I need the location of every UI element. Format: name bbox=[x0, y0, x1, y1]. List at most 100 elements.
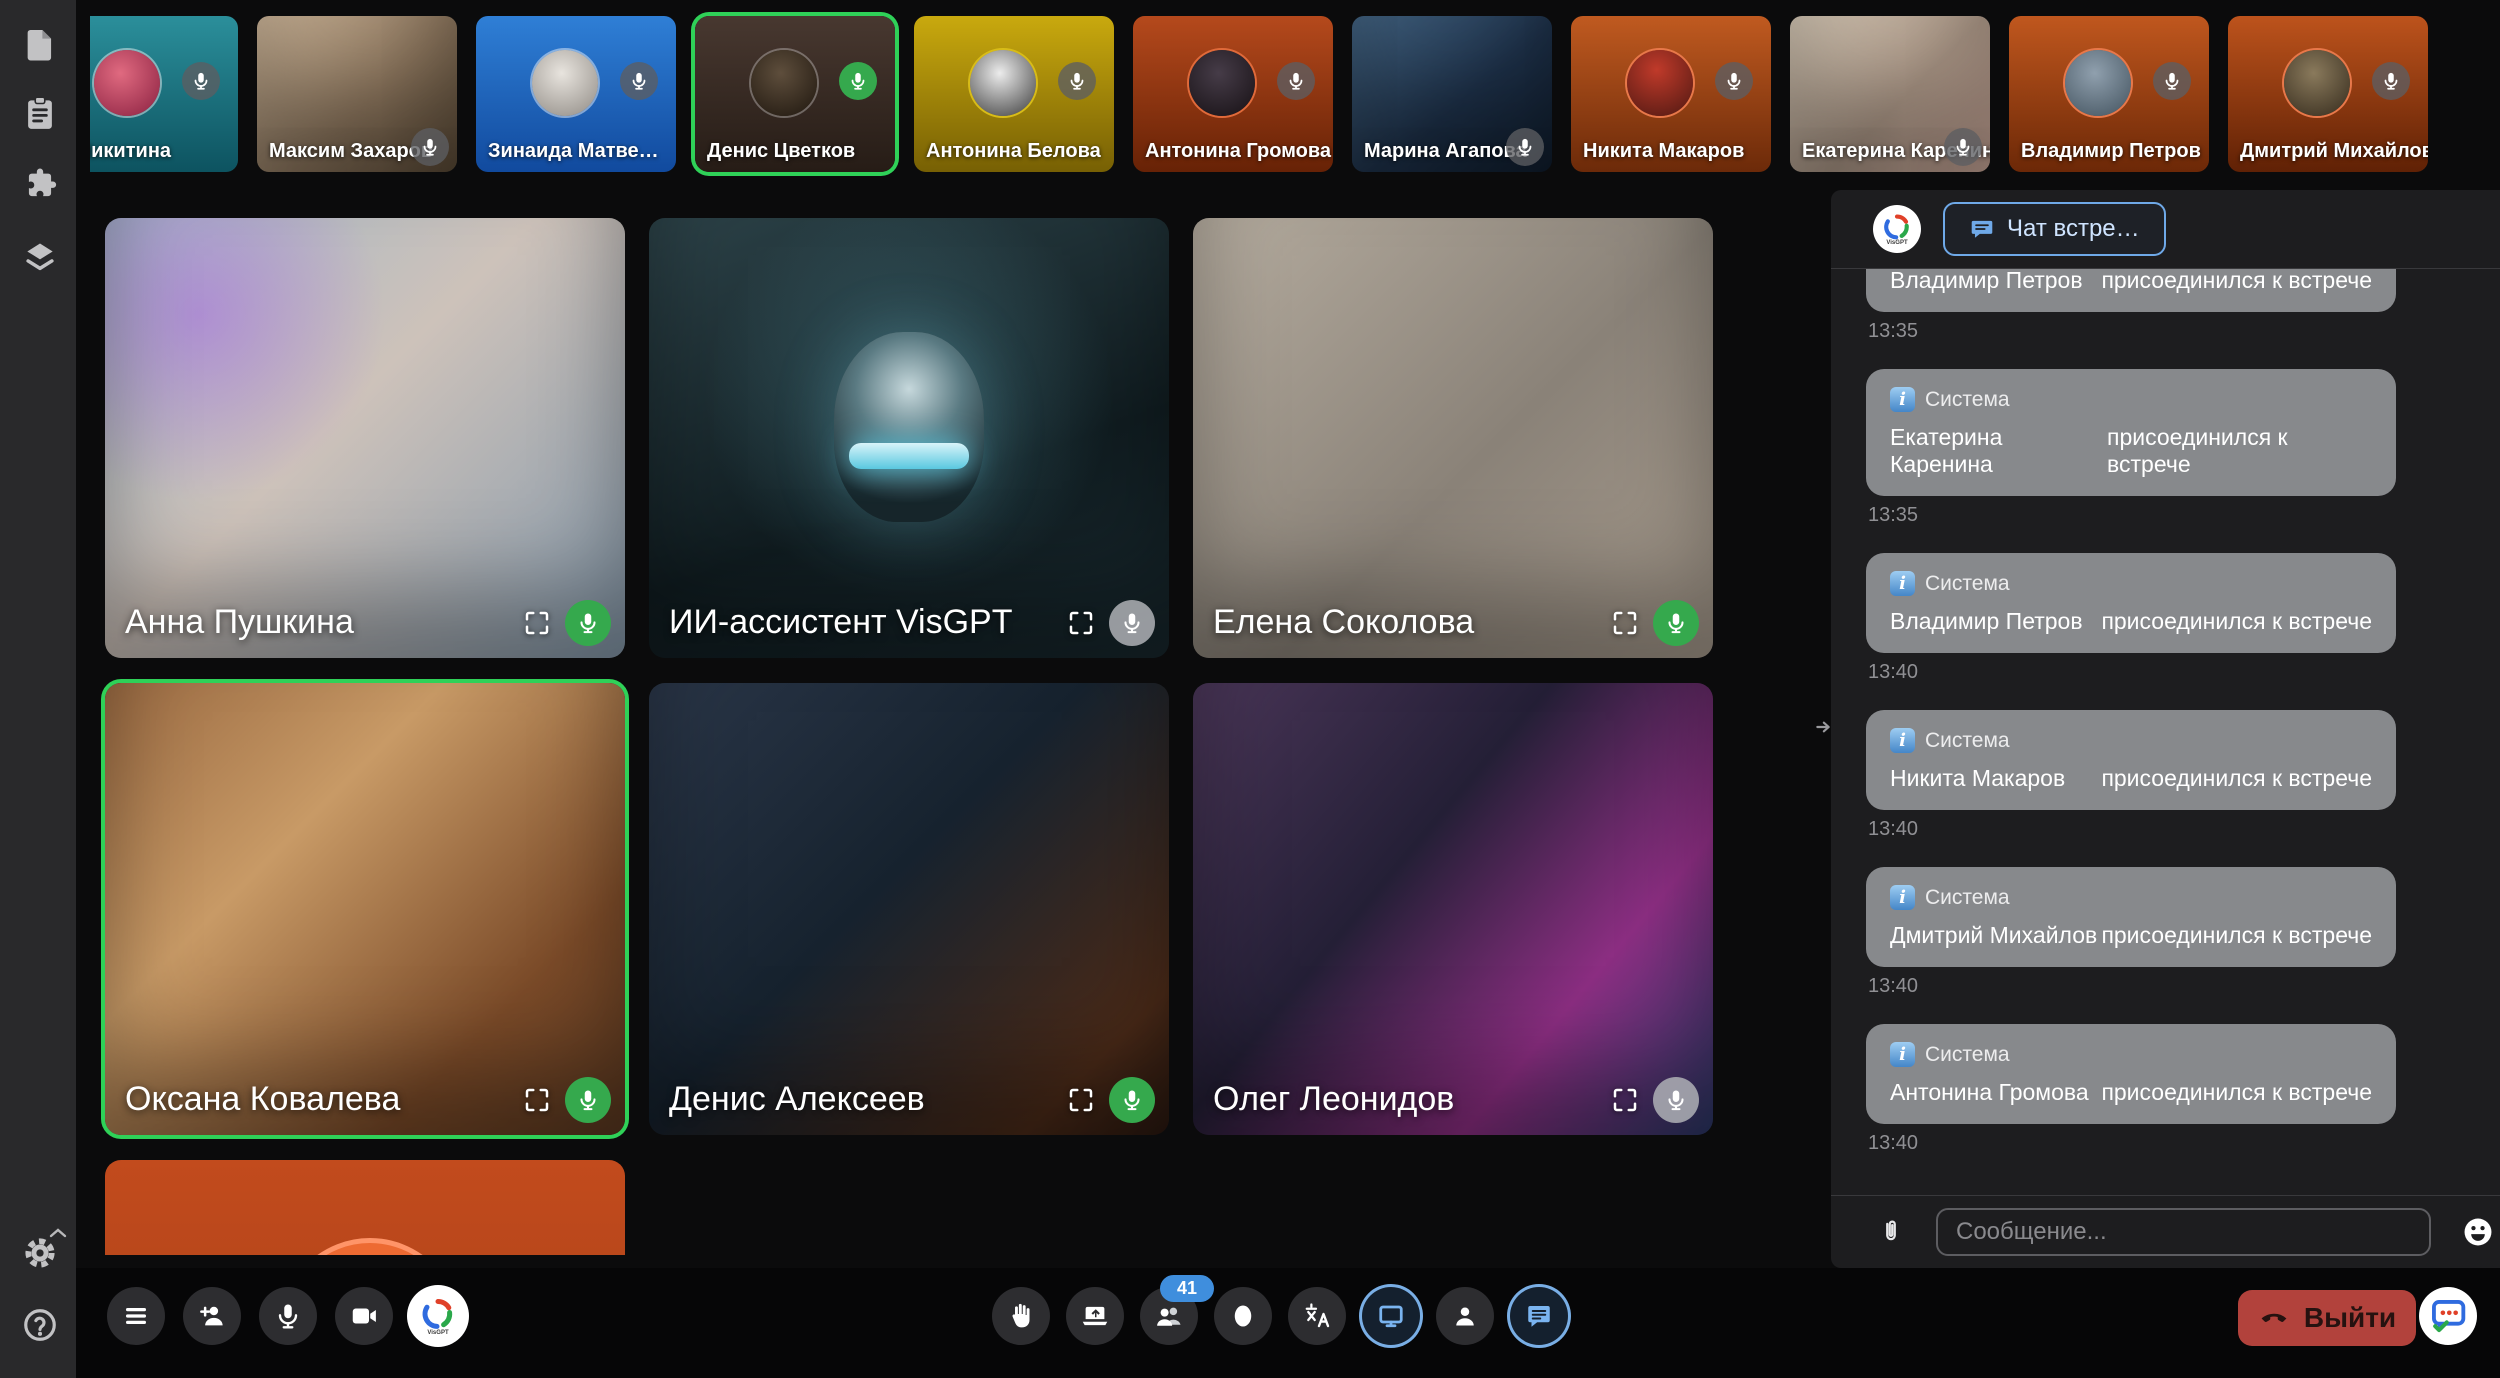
mic-muted-icon[interactable] bbox=[411, 128, 449, 166]
message-user: Владимир Петров bbox=[1890, 269, 2083, 293]
video-vignette bbox=[649, 683, 1169, 1135]
mic-button[interactable] bbox=[259, 1287, 317, 1345]
plugins-icon[interactable] bbox=[18, 163, 62, 207]
participant-name: Марина Агапова bbox=[1364, 140, 1527, 162]
avatar bbox=[1627, 50, 1693, 116]
clipboard-icon[interactable] bbox=[18, 91, 62, 135]
mic-on-icon[interactable] bbox=[1109, 1077, 1155, 1123]
monitor-view-button[interactable] bbox=[1362, 1287, 1420, 1345]
message-user: Екатерина Каренина bbox=[1890, 424, 2003, 477]
expand-icon[interactable] bbox=[1063, 1082, 1099, 1118]
record-button[interactable] bbox=[1214, 1287, 1272, 1345]
filmstrip-tile[interactable]: Максим Захаров bbox=[257, 16, 457, 172]
mic-muted-icon[interactable] bbox=[2372, 62, 2410, 100]
participants-filmstrip: а Никитина Максим Захаров Зинаида Матве…… bbox=[90, 0, 2500, 182]
expand-icon[interactable] bbox=[1607, 605, 1643, 641]
attach-icon[interactable] bbox=[1871, 1212, 1911, 1252]
filmstrip-tile[interactable]: Антонина Громова bbox=[1133, 16, 1333, 172]
avatar bbox=[280, 1238, 460, 1255]
chat-header: VisGPT Чат встре… + bbox=[1831, 190, 2500, 269]
mic-muted-icon[interactable] bbox=[1277, 62, 1315, 100]
participant-name: Оксана Ковалева bbox=[125, 1080, 401, 1118]
participant-name: Олег Леонидов bbox=[1213, 1080, 1455, 1118]
filmstrip-tile[interactable]: Никита Макаров bbox=[1571, 16, 1771, 172]
filmstrip-tile[interactable]: Антонина Белова bbox=[914, 16, 1114, 172]
filmstrip-tile[interactable]: Зинаида Матве… bbox=[476, 16, 676, 172]
message-time: 13:40 bbox=[1868, 1132, 1919, 1154]
filmstrip-tile-selected[interactable]: Денис Цветков bbox=[695, 16, 895, 172]
camera-button[interactable] bbox=[335, 1287, 393, 1345]
expand-icon[interactable] bbox=[519, 1082, 555, 1118]
sticker-chat-button[interactable] bbox=[2419, 1287, 2477, 1345]
filmstrip-tile[interactable]: Марина Агапова bbox=[1352, 16, 1552, 172]
emoji-icon[interactable] bbox=[2458, 1212, 2498, 1252]
mic-muted-icon[interactable] bbox=[1058, 62, 1096, 100]
message-bubble: i Система Екатерина Каренина присоединился… bbox=[1866, 369, 2396, 496]
message-sender: Система bbox=[1925, 885, 2010, 909]
participant-name: Елена Соколова bbox=[1213, 603, 1475, 641]
participant-name: Максим Захаров bbox=[269, 140, 434, 162]
translate-button[interactable] bbox=[1288, 1287, 1346, 1345]
left-sidebar bbox=[0, 0, 76, 1378]
expand-icon[interactable] bbox=[1607, 1082, 1643, 1118]
leave-button[interactable]: Выйти bbox=[2238, 1290, 2416, 1346]
add-person-button[interactable] bbox=[183, 1287, 241, 1345]
help-icon[interactable] bbox=[18, 1303, 62, 1347]
message-input[interactable] bbox=[1936, 1208, 2431, 1256]
video-tile[interactable]: Олег Леонидов bbox=[1193, 683, 1713, 1135]
mic-muted-icon[interactable] bbox=[1109, 600, 1155, 646]
expand-icon[interactable] bbox=[1063, 605, 1099, 641]
menu-button[interactable] bbox=[107, 1287, 165, 1345]
document-icon[interactable] bbox=[18, 23, 62, 67]
expand-icon[interactable] bbox=[519, 605, 555, 641]
mic-on-icon[interactable] bbox=[565, 1077, 611, 1123]
visgpt-assistant-button[interactable]: VisGPT bbox=[407, 1285, 469, 1347]
mic-on-icon[interactable] bbox=[565, 600, 611, 646]
message-sender: Система bbox=[1925, 571, 2010, 595]
video-tile-partial[interactable] bbox=[105, 1160, 625, 1255]
settings-icon[interactable] bbox=[18, 1231, 62, 1275]
chat-toggle-button[interactable] bbox=[1510, 1287, 1568, 1345]
video-tile-selected[interactable]: Оксана Ковалева bbox=[105, 683, 625, 1135]
mic-on-icon[interactable] bbox=[839, 62, 877, 100]
message-bubble: i Система Антонина Громова присоединился к… bbox=[1866, 1024, 2396, 1124]
tab-meeting-chat[interactable]: Чат встре… bbox=[1943, 202, 2166, 256]
raise-hand-button[interactable] bbox=[992, 1287, 1050, 1345]
video-vignette bbox=[1193, 218, 1713, 658]
visgpt-logo[interactable]: VisGPT bbox=[1873, 205, 1921, 253]
mic-on-icon[interactable] bbox=[1653, 600, 1699, 646]
mic-muted-icon[interactable] bbox=[1715, 62, 1753, 100]
filmstrip-tile[interactable]: Екатерина Каренина bbox=[1790, 16, 1990, 172]
speaker-view-button[interactable] bbox=[1436, 1287, 1494, 1345]
video-tile[interactable]: Денис Алексеев bbox=[649, 683, 1169, 1135]
participant-name: Владимир Петров bbox=[2021, 140, 2201, 162]
message-action: присоединился к встрече bbox=[2107, 424, 2288, 477]
layers-icon[interactable] bbox=[18, 235, 62, 279]
control-toolbar: VisGPT 41 Выйти bbox=[76, 1268, 2500, 1378]
mic-muted-icon[interactable] bbox=[620, 62, 658, 100]
video-tile[interactable]: ИИ-ассистент VisGPT bbox=[649, 218, 1169, 658]
message-bubble: i Система Никита Макаров присоединился к в… bbox=[1866, 710, 2396, 810]
message-user: Антонина Громова bbox=[1890, 1079, 2089, 1105]
video-tile[interactable]: Елена Соколова bbox=[1193, 218, 1713, 658]
video-tile[interactable]: Анна Пушкина bbox=[105, 218, 625, 658]
participant-name: Денис Алексеев bbox=[669, 1080, 925, 1118]
video-vignette bbox=[1193, 683, 1713, 1135]
message-user: Никита Макаров bbox=[1890, 765, 2066, 791]
mic-muted-icon[interactable] bbox=[2153, 62, 2191, 100]
participant-name: Антонина Громова bbox=[1145, 140, 1332, 162]
mic-muted-icon[interactable] bbox=[1653, 1077, 1699, 1123]
mic-muted-icon[interactable] bbox=[1506, 128, 1544, 166]
filmstrip-tile[interactable]: а Никитина bbox=[90, 16, 238, 172]
message-time: 13:35 bbox=[1868, 320, 1919, 342]
participants-button[interactable]: 41 bbox=[1140, 1275, 1214, 1345]
filmstrip-tile[interactable]: Владимир Петров bbox=[2009, 16, 2209, 172]
screen-share-button[interactable] bbox=[1066, 1287, 1124, 1345]
mic-muted-icon[interactable] bbox=[1944, 128, 1982, 166]
message-action: присоединился к встрече bbox=[2101, 269, 2372, 293]
filmstrip-tile[interactable]: Дмитрий Михайлов bbox=[2228, 16, 2428, 172]
participant-name: Никита Макаров bbox=[1583, 140, 1745, 162]
mic-muted-icon[interactable] bbox=[182, 62, 220, 100]
participant-name: Антонина Белова bbox=[926, 140, 1101, 162]
chat-bubble-icon bbox=[1971, 220, 1993, 238]
